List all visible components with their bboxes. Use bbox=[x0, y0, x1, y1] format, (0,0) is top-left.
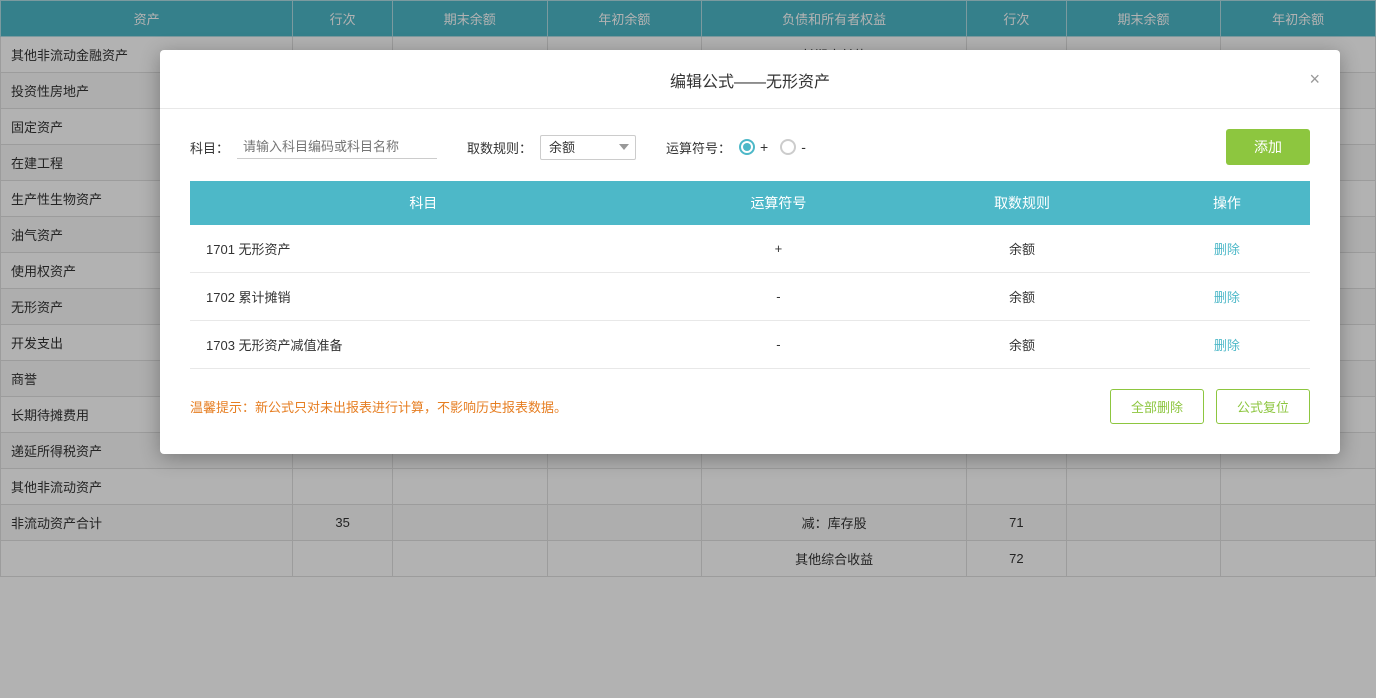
edit-formula-modal: 编辑公式——无形资产 × 科目： 取数规则： 余额 借方 贷方 借方发生额 贷方… bbox=[160, 50, 1340, 454]
rule-select[interactable]: 余额 借方 贷方 借方发生额 贷方发生额 bbox=[540, 135, 636, 160]
formula-table-row: 1702 累计摊销-余额 删除 bbox=[190, 273, 1310, 321]
formula-form-row: 科目： 取数规则： 余额 借方 贷方 借方发生额 贷方发生额 运算符号： + bbox=[160, 109, 1340, 181]
operator-radio-group: + - bbox=[739, 139, 806, 155]
rule-group: 取数规则： 余额 借方 贷方 借方发生额 贷方发生额 bbox=[467, 135, 636, 160]
delete-row-button[interactable]: 删除 bbox=[1214, 242, 1240, 257]
formula-table-row: 1701 无形资产+余额 删除 bbox=[190, 225, 1310, 273]
modal-header: 编辑公式——无形资产 × bbox=[160, 50, 1340, 109]
formula-operator: - bbox=[657, 273, 901, 321]
formula-operator: - bbox=[657, 321, 901, 369]
subject-input[interactable] bbox=[237, 135, 437, 159]
delete-all-button[interactable]: 全部删除 bbox=[1110, 389, 1204, 424]
formula-rule: 余额 bbox=[900, 273, 1144, 321]
formula-subject: 1703 无形资产减值准备 bbox=[190, 321, 657, 369]
delete-row-button[interactable]: 删除 bbox=[1214, 338, 1240, 353]
modal-close-button[interactable]: × bbox=[1309, 70, 1320, 88]
col-header-subject: 科目 bbox=[190, 181, 657, 225]
operator-minus-label: - bbox=[801, 139, 806, 155]
formula-table: 科目 运算符号 取数规则 操作 1701 无形资产+余额删除1702 累计摊销-… bbox=[190, 181, 1310, 369]
formula-table-row: 1703 无形资产减值准备-余额 删除 bbox=[190, 321, 1310, 369]
col-header-action: 操作 bbox=[1144, 181, 1310, 225]
formula-action: 删除 bbox=[1144, 225, 1310, 273]
operator-label: 运算符号： bbox=[666, 138, 731, 157]
formula-table-wrapper: 科目 运算符号 取数规则 操作 1701 无形资产+余额删除1702 累计摊销-… bbox=[190, 181, 1310, 369]
formula-action: 删除 bbox=[1144, 321, 1310, 369]
operator-plus-label: + bbox=[760, 139, 768, 155]
rule-select-wrapper: 余额 借方 贷方 借方发生额 贷方发生额 bbox=[540, 135, 636, 160]
formula-action: 删除 bbox=[1144, 273, 1310, 321]
tip-text: 温馨提示：新公式只对未出报表进行计算，不影响历史报表数据。 bbox=[190, 397, 567, 416]
formula-rule: 余额 bbox=[900, 321, 1144, 369]
modal-title: 编辑公式——无形资产 bbox=[670, 68, 830, 92]
operator-minus-option[interactable]: - bbox=[780, 139, 806, 155]
formula-table-header-row: 科目 运算符号 取数规则 操作 bbox=[190, 181, 1310, 225]
modal-footer: 温馨提示：新公式只对未出报表进行计算，不影响历史报表数据。 全部删除 公式复位 bbox=[160, 369, 1340, 424]
operator-plus-radio[interactable] bbox=[739, 139, 755, 155]
formula-operator: + bbox=[657, 225, 901, 273]
operator-plus-option[interactable]: + bbox=[739, 139, 768, 155]
formula-subject: 1702 累计摊销 bbox=[190, 273, 657, 321]
formula-subject: 1701 无形资产 bbox=[190, 225, 657, 273]
operator-minus-radio[interactable] bbox=[780, 139, 796, 155]
reset-formula-button[interactable]: 公式复位 bbox=[1216, 389, 1310, 424]
formula-rule: 余额 bbox=[900, 225, 1144, 273]
delete-row-button[interactable]: 删除 bbox=[1214, 290, 1240, 305]
add-button[interactable]: 添加 bbox=[1226, 129, 1310, 165]
footer-buttons: 全部删除 公式复位 bbox=[1110, 389, 1310, 424]
col-header-rule: 取数规则 bbox=[900, 181, 1144, 225]
subject-group: 科目： bbox=[190, 135, 437, 159]
rule-label: 取数规则： bbox=[467, 138, 532, 157]
col-header-operator: 运算符号 bbox=[657, 181, 901, 225]
operator-group: 运算符号： + - bbox=[666, 138, 806, 157]
subject-label: 科目： bbox=[190, 138, 229, 157]
